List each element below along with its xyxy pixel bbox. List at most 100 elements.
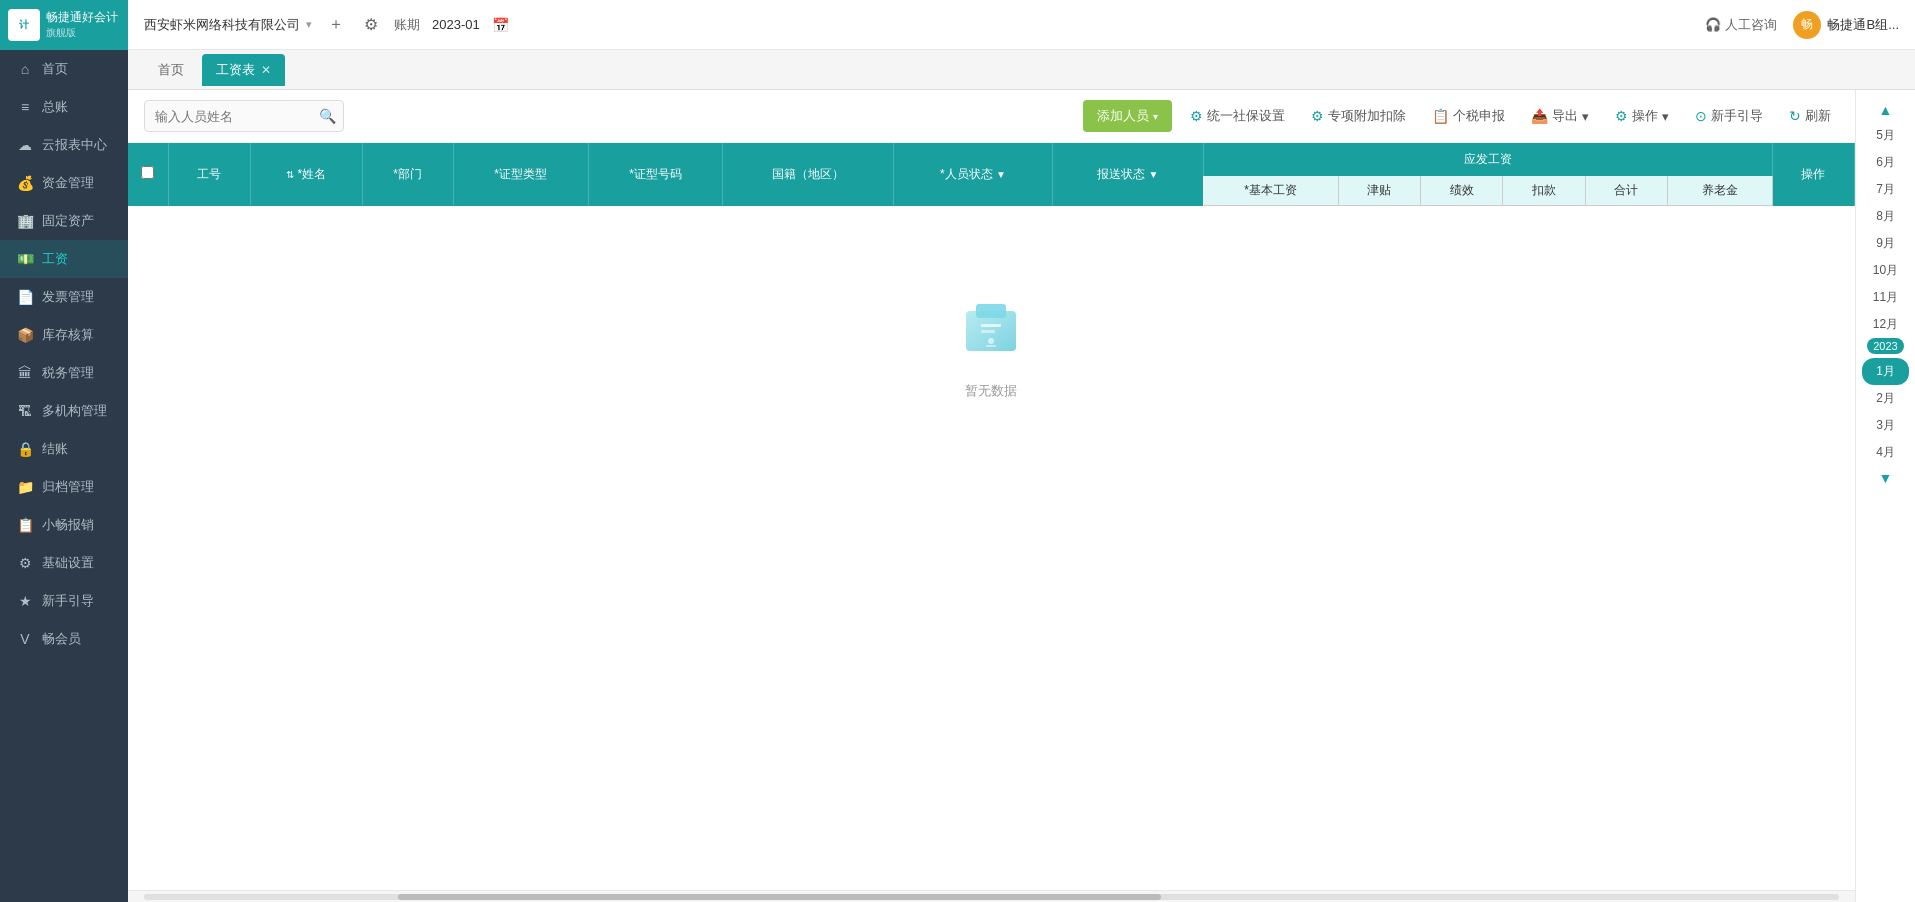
th-allowance: 津贴 <box>1338 176 1420 206</box>
add-company-button[interactable]: ＋ <box>324 10 348 39</box>
tab-home[interactable]: 首页 <box>144 54 198 86</box>
export-button[interactable]: 📤 导出 ▾ <box>1523 103 1597 129</box>
sidebar-icon-0: ⌂ <box>16 61 34 77</box>
sidebar-label-2: 云报表中心 <box>42 136 107 154</box>
sidebar-item-小畅报销[interactable]: 📋 小畅报销 <box>0 506 128 544</box>
scroll-thumb[interactable] <box>398 894 1161 900</box>
filter-icon[interactable]: ▼ <box>996 169 1006 180</box>
social-security-label: 统一社保设置 <box>1207 107 1285 125</box>
sidebar-icon-2: ☁ <box>16 137 34 153</box>
sidebar-item-工资[interactable]: 💵工资 <box>0 240 128 278</box>
headset-icon: 🎧 <box>1705 17 1721 32</box>
date-month-5[interactable]: 5月 <box>1856 122 1915 149</box>
sidebar-icon-10: 🔒 <box>16 441 34 457</box>
add-person-label: 添加人员 <box>1097 107 1149 125</box>
sidebar-icon-3: 💰 <box>16 175 34 191</box>
sidebar-item-资金管理[interactable]: 💰资金管理 <box>0 164 128 202</box>
th-report-status: 报送状态 ▼ <box>1052 143 1203 206</box>
search-input[interactable] <box>144 100 344 132</box>
sidebar-icon-6: 📄 <box>16 289 34 305</box>
sidebar-label-14: 新手引导 <box>42 592 94 610</box>
social-security-button[interactable]: ⚙ 统一社保设置 <box>1182 103 1293 129</box>
sidebar-icon-5: 💵 <box>16 251 34 267</box>
th-department: *部门 <box>362 143 453 206</box>
sidebar-item-固定资产[interactable]: 🏢 固定资产 <box>0 202 128 240</box>
refresh-button[interactable]: ↻ 刷新 <box>1781 103 1839 129</box>
sidebar-icon-8: 🏛 <box>16 365 34 381</box>
date-month-8[interactable]: 8月 <box>1856 203 1915 230</box>
th-actions: 操作 <box>1772 143 1855 206</box>
scroll-bar[interactable] <box>128 890 1855 902</box>
operations-label: 操作 <box>1632 107 1658 125</box>
sidebar-icon-14: ★ <box>16 593 34 609</box>
th-performance: 绩效 <box>1420 176 1502 206</box>
tab-payroll[interactable]: 工资表 ✕ <box>202 54 285 86</box>
sidebar-label-6: 发票管理 <box>42 288 94 306</box>
calendar-icon[interactable]: 📅 <box>492 17 509 33</box>
date-nav-up[interactable]: ▲ <box>1875 98 1897 122</box>
service-label: 人工咨询 <box>1725 16 1777 34</box>
date-month-4[interactable]: 4月 <box>1856 439 1915 466</box>
sidebar-item-新手引导[interactable]: ★ 新手引导 <box>0 582 128 620</box>
svg-point-4 <box>988 338 994 344</box>
scroll-track <box>144 894 1839 900</box>
guide-button[interactable]: ⊙ 新手引导 <box>1687 103 1771 129</box>
sidebar-item-首页[interactable]: ⌂首页 <box>0 50 128 88</box>
sidebar-label-1: 总账 <box>42 98 68 116</box>
guide-icon: ⊙ <box>1695 108 1707 124</box>
sidebar-label-7: 库存核算 <box>42 326 94 344</box>
settings-button[interactable]: ⚙ <box>360 11 382 38</box>
date-nav-down[interactable]: ▼ <box>1875 466 1897 490</box>
operations-button[interactable]: ⚙ 操作 ▾ <box>1607 103 1677 129</box>
sidebar-item-云报表中心[interactable]: ☁ 云报表中心 <box>0 126 128 164</box>
select-all-checkbox[interactable] <box>141 166 154 179</box>
dropdown-arrow-icon: ▾ <box>306 18 312 31</box>
app-logo: 计 畅捷通好会计 旗舰版 <box>0 0 128 50</box>
sidebar-item-总账[interactable]: ≡ 总账 <box>0 88 128 126</box>
tax-icon: 📋 <box>1432 108 1449 124</box>
tab-close-icon[interactable]: ✕ <box>261 63 271 77</box>
date-month-10[interactable]: 10月 <box>1856 257 1915 284</box>
th-payable-wages: 应发工资 <box>1203 143 1772 176</box>
tax-report-button[interactable]: 📋 个税申报 <box>1424 103 1513 129</box>
sidebar-icon-4: 🏢 <box>16 213 34 229</box>
date-month-3[interactable]: 3月 <box>1856 412 1915 439</box>
sidebar-item-发票管理[interactable]: 📄 发票管理 <box>0 278 128 316</box>
date-month-7[interactable]: 7月 <box>1856 176 1915 203</box>
sidebar-item-结账[interactable]: 🔒结账 <box>0 430 128 468</box>
date-month-12[interactable]: 12月 <box>1856 311 1915 338</box>
logo-icon: 计 <box>8 9 40 41</box>
sidebar-label-15: 畅会员 <box>42 630 81 648</box>
date-month-9[interactable]: 9月 <box>1856 230 1915 257</box>
service-button[interactable]: 🎧 人工咨询 <box>1705 16 1777 34</box>
payroll-main: 🔍 添加人员 ▾ ⚙ 统一社保设置 ⚙ 专项附加扣除 <box>128 90 1855 902</box>
user-info[interactable]: 畅 畅捷通B组... <box>1793 11 1899 39</box>
sidebar-item-畅会员[interactable]: V 畅会员 <box>0 620 128 658</box>
th-nationality: 国籍（地区） <box>723 143 893 206</box>
date-month-1[interactable]: 1月 <box>1862 358 1909 385</box>
date-month-6[interactable]: 6月 <box>1856 149 1915 176</box>
sidebar-label-4: 固定资产 <box>42 212 94 230</box>
search-wrap: 🔍 <box>144 100 344 132</box>
user-name: 畅捷通B组... <box>1827 16 1899 34</box>
special-deduction-button[interactable]: ⚙ 专项附加扣除 <box>1303 103 1414 129</box>
top-header: 西安虾米网络科技有限公司 ▾ ＋ ⚙ 账期 2023-01 📅 🎧 人工咨询 畅… <box>128 0 1915 50</box>
sidebar-item-库存核算[interactable]: 📦库存核算 <box>0 316 128 354</box>
sidebar-item-多机构管理[interactable]: 🏗多机构管理 <box>0 392 128 430</box>
sidebar-item-归档管理[interactable]: 📁归档管理 <box>0 468 128 506</box>
add-person-button[interactable]: 添加人员 ▾ <box>1083 100 1172 132</box>
date-panel: ▲ 5月 6月 7月 8月 9月 10月 11月 12月 2023 1月 2月 … <box>1855 90 1915 902</box>
sidebar-icon-15: V <box>16 631 34 647</box>
special-deduction-label: 专项附加扣除 <box>1328 107 1406 125</box>
sidebar-item-基础设置[interactable]: ⚙基础设置 <box>0 544 128 582</box>
th-checkbox[interactable] <box>128 143 168 206</box>
company-selector[interactable]: 西安虾米网络科技有限公司 ▾ <box>144 16 312 34</box>
filter-icon2[interactable]: ▼ <box>1148 169 1158 180</box>
sidebar-icon-1: ≡ <box>16 99 34 115</box>
date-month-2[interactable]: 2月 <box>1856 385 1915 412</box>
empty-state: 暂无数据 <box>128 206 1855 480</box>
sidebar-item-税务管理[interactable]: 🏛税务管理 <box>0 354 128 392</box>
date-month-11[interactable]: 11月 <box>1856 284 1915 311</box>
sidebar-icon-12: 📋 <box>16 517 34 533</box>
sidebar-label-12: 小畅报销 <box>42 516 94 534</box>
